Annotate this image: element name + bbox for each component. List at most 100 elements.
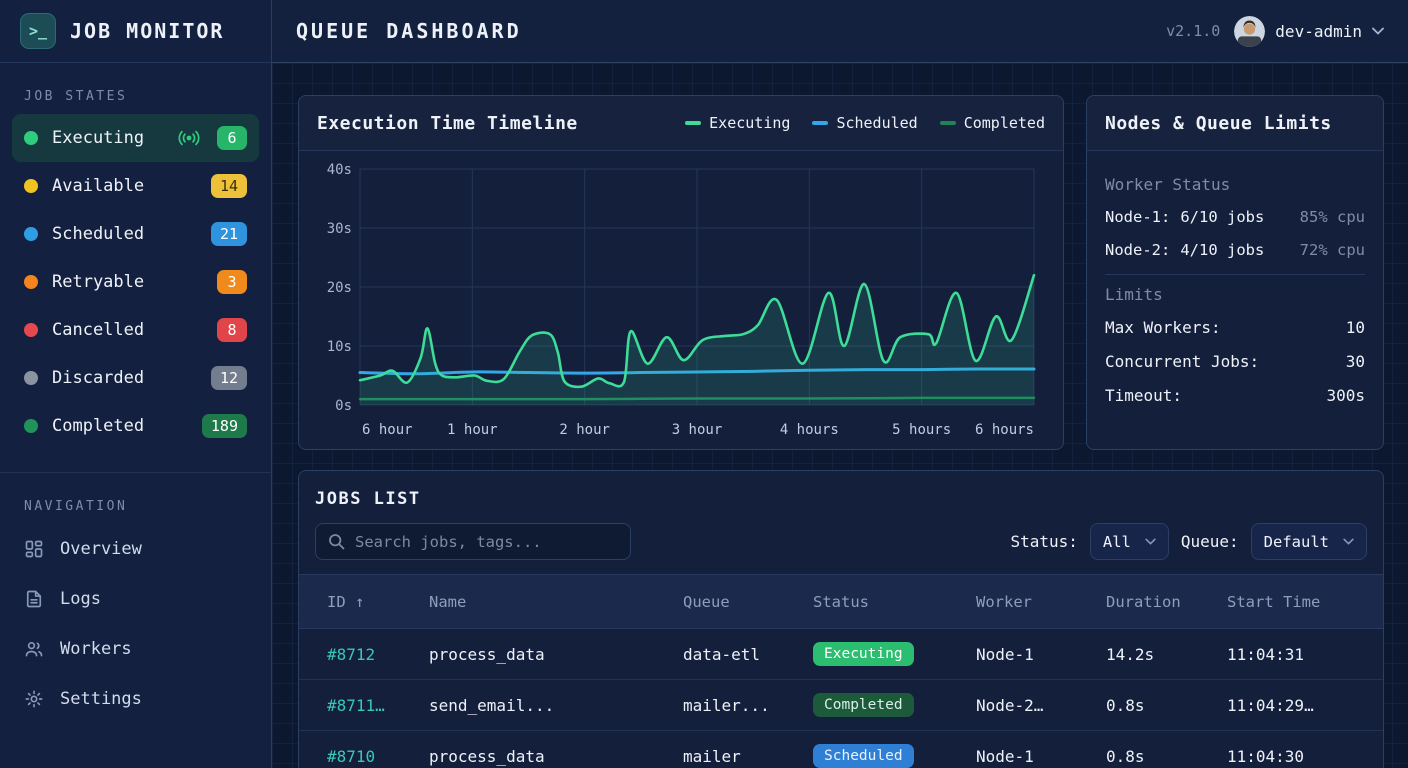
column-header-worker[interactable]: Worker bbox=[976, 593, 1106, 611]
svg-text:10s: 10s bbox=[327, 339, 352, 355]
app-title: JOB MONITOR bbox=[70, 19, 225, 43]
divider bbox=[1105, 274, 1365, 275]
limit-row: Max Workers: 10 bbox=[1105, 318, 1365, 337]
legend-item-completed[interactable]: Completed bbox=[939, 114, 1045, 132]
legend-swatch bbox=[685, 121, 702, 125]
dashboard-grid-icon bbox=[24, 539, 44, 559]
sidebar: >_ JOB MONITOR JOB STATES Executing 6 Av… bbox=[0, 0, 272, 768]
sidebar-divider bbox=[0, 472, 271, 473]
status-dot bbox=[24, 419, 38, 433]
sidebar-state-executing[interactable]: Executing 6 bbox=[12, 114, 259, 162]
column-header-id[interactable]: ID ↑ bbox=[327, 593, 429, 611]
users-icon bbox=[24, 639, 44, 659]
svg-text:2 hour: 2 hour bbox=[559, 422, 610, 438]
job-worker: Node-1 bbox=[976, 746, 1034, 766]
svg-text:5 hours: 5 hours bbox=[892, 422, 951, 438]
state-label: Completed bbox=[52, 416, 145, 436]
svg-text:20s: 20s bbox=[327, 280, 352, 296]
live-broadcast-icon bbox=[177, 130, 201, 146]
count-badge: 12 bbox=[210, 366, 247, 390]
state-label: Cancelled bbox=[52, 320, 145, 340]
svg-text:6 hours: 6 hours bbox=[975, 422, 1034, 438]
job-id-link[interactable]: #8710 bbox=[327, 747, 429, 766]
sidebar-state-cancelled[interactable]: Cancelled 8 bbox=[12, 306, 259, 354]
nav-label: Workers bbox=[60, 639, 132, 659]
table-row[interactable]: #8711… send_email... mailer... Completed… bbox=[299, 680, 1383, 731]
nav-label: Logs bbox=[60, 589, 101, 609]
legend-item-executing[interactable]: Executing bbox=[685, 114, 790, 132]
node-status-row: Node-2: 4/10 jobs 72% cpu bbox=[1105, 241, 1365, 259]
job-id-link[interactable]: #8711… bbox=[327, 696, 429, 715]
sidebar-state-completed[interactable]: Completed 189 bbox=[12, 402, 259, 450]
sidebar-item-settings[interactable]: Settings bbox=[12, 674, 259, 724]
column-header-name[interactable]: Name bbox=[429, 593, 683, 611]
job-name: send_email... bbox=[429, 695, 555, 715]
svg-text:4 hours: 4 hours bbox=[780, 422, 839, 438]
status-filter-select[interactable]: All bbox=[1089, 523, 1169, 560]
status-dot bbox=[24, 323, 38, 337]
version-label: v2.1.0 bbox=[1166, 22, 1221, 40]
job-start-time: 11:04:30 bbox=[1227, 746, 1305, 766]
navigation-header: NAVIGATION bbox=[24, 499, 128, 514]
gear-icon bbox=[24, 689, 44, 709]
svg-text:1 hour: 1 hour bbox=[447, 422, 498, 438]
job-queue: data-etl bbox=[683, 644, 761, 664]
job-worker: Node-2… bbox=[976, 695, 1044, 715]
legend-item-scheduled[interactable]: Scheduled bbox=[812, 114, 918, 132]
status-dot bbox=[24, 227, 38, 241]
column-header-start-time[interactable]: Start Time bbox=[1227, 593, 1383, 611]
sidebar-state-retryable[interactable]: Retryable 3 bbox=[12, 258, 259, 306]
limit-row: Timeout: 300s bbox=[1105, 386, 1365, 405]
status-badge: Executing bbox=[813, 642, 914, 666]
svg-text:40s: 40s bbox=[327, 162, 352, 178]
sidebar-header: >_ JOB MONITOR bbox=[0, 0, 271, 63]
job-duration: 0.8s bbox=[1106, 746, 1145, 766]
sidebar-state-scheduled[interactable]: Scheduled 21 bbox=[12, 210, 259, 258]
count-badge: 3 bbox=[217, 270, 247, 294]
sidebar-item-overview[interactable]: Overview bbox=[12, 524, 259, 574]
nodes-panel-title: Nodes & Queue Limits bbox=[1105, 112, 1332, 134]
table-row[interactable]: #8712 process_data data-etl Executing No… bbox=[299, 629, 1383, 680]
count-badge: 8 bbox=[217, 318, 247, 342]
job-duration: 14.2s bbox=[1106, 644, 1155, 664]
sidebar-state-available[interactable]: Available 14 bbox=[12, 162, 259, 210]
job-worker: Node-1 bbox=[976, 644, 1034, 664]
username: dev-admin bbox=[1275, 21, 1362, 41]
job-queue: mailer... bbox=[683, 695, 770, 715]
svg-text:30s: 30s bbox=[327, 221, 352, 237]
status-filter-label: Status: bbox=[1010, 532, 1078, 551]
sidebar-item-logs[interactable]: Logs bbox=[12, 574, 259, 624]
chart-legend: Executing Scheduled Completed bbox=[685, 114, 1045, 132]
column-header-duration[interactable]: Duration bbox=[1106, 593, 1227, 611]
document-icon bbox=[24, 589, 44, 609]
state-label: Available bbox=[52, 176, 145, 196]
svg-text:6 hour: 6 hour bbox=[362, 422, 413, 438]
count-badge: 189 bbox=[201, 414, 247, 438]
execution-timeline-panel: Execution Time Timeline Executing Schedu… bbox=[298, 95, 1064, 450]
table-row[interactable]: #8710 process_data mailer Scheduled Node… bbox=[299, 731, 1383, 768]
worker-status-header: Worker Status bbox=[1105, 175, 1231, 194]
search-box[interactable] bbox=[315, 523, 631, 560]
jobs-list-title: JOBS LIST bbox=[315, 489, 421, 509]
queue-filter-select[interactable]: Default bbox=[1250, 523, 1367, 560]
job-duration: 0.8s bbox=[1106, 695, 1145, 715]
terminal-logo-icon: >_ bbox=[20, 13, 56, 49]
sidebar-item-workers[interactable]: Workers bbox=[12, 624, 259, 674]
column-header-status[interactable]: Status bbox=[813, 593, 976, 611]
main-content: Execution Time Timeline Executing Schedu… bbox=[272, 63, 1408, 768]
job-start-time: 11:04:29… bbox=[1227, 695, 1314, 715]
sidebar-state-discarded[interactable]: Discarded 12 bbox=[12, 354, 259, 402]
nav-label: Settings bbox=[60, 689, 142, 709]
job-states-header: JOB STATES bbox=[24, 89, 128, 104]
count-badge: 21 bbox=[210, 222, 247, 246]
user-menu[interactable]: dev-admin bbox=[1234, 15, 1384, 47]
timeline-chart: 0s 10s 20s 30s 40s 6 hour 1 hour 2 hour 3 hour 4 … bbox=[327, 162, 1036, 438]
svg-text:0s: 0s bbox=[335, 398, 352, 414]
column-header-queue[interactable]: Queue bbox=[683, 593, 813, 611]
jobs-list-panel: JOBS LIST Status: All bbox=[298, 470, 1384, 768]
status-dot bbox=[24, 131, 38, 145]
table-header: ID ↑ Name Queue Status Worker Duration S… bbox=[299, 574, 1383, 629]
search-input[interactable] bbox=[355, 532, 618, 551]
job-id-link[interactable]: #8712 bbox=[327, 645, 429, 664]
avatar bbox=[1234, 15, 1266, 47]
